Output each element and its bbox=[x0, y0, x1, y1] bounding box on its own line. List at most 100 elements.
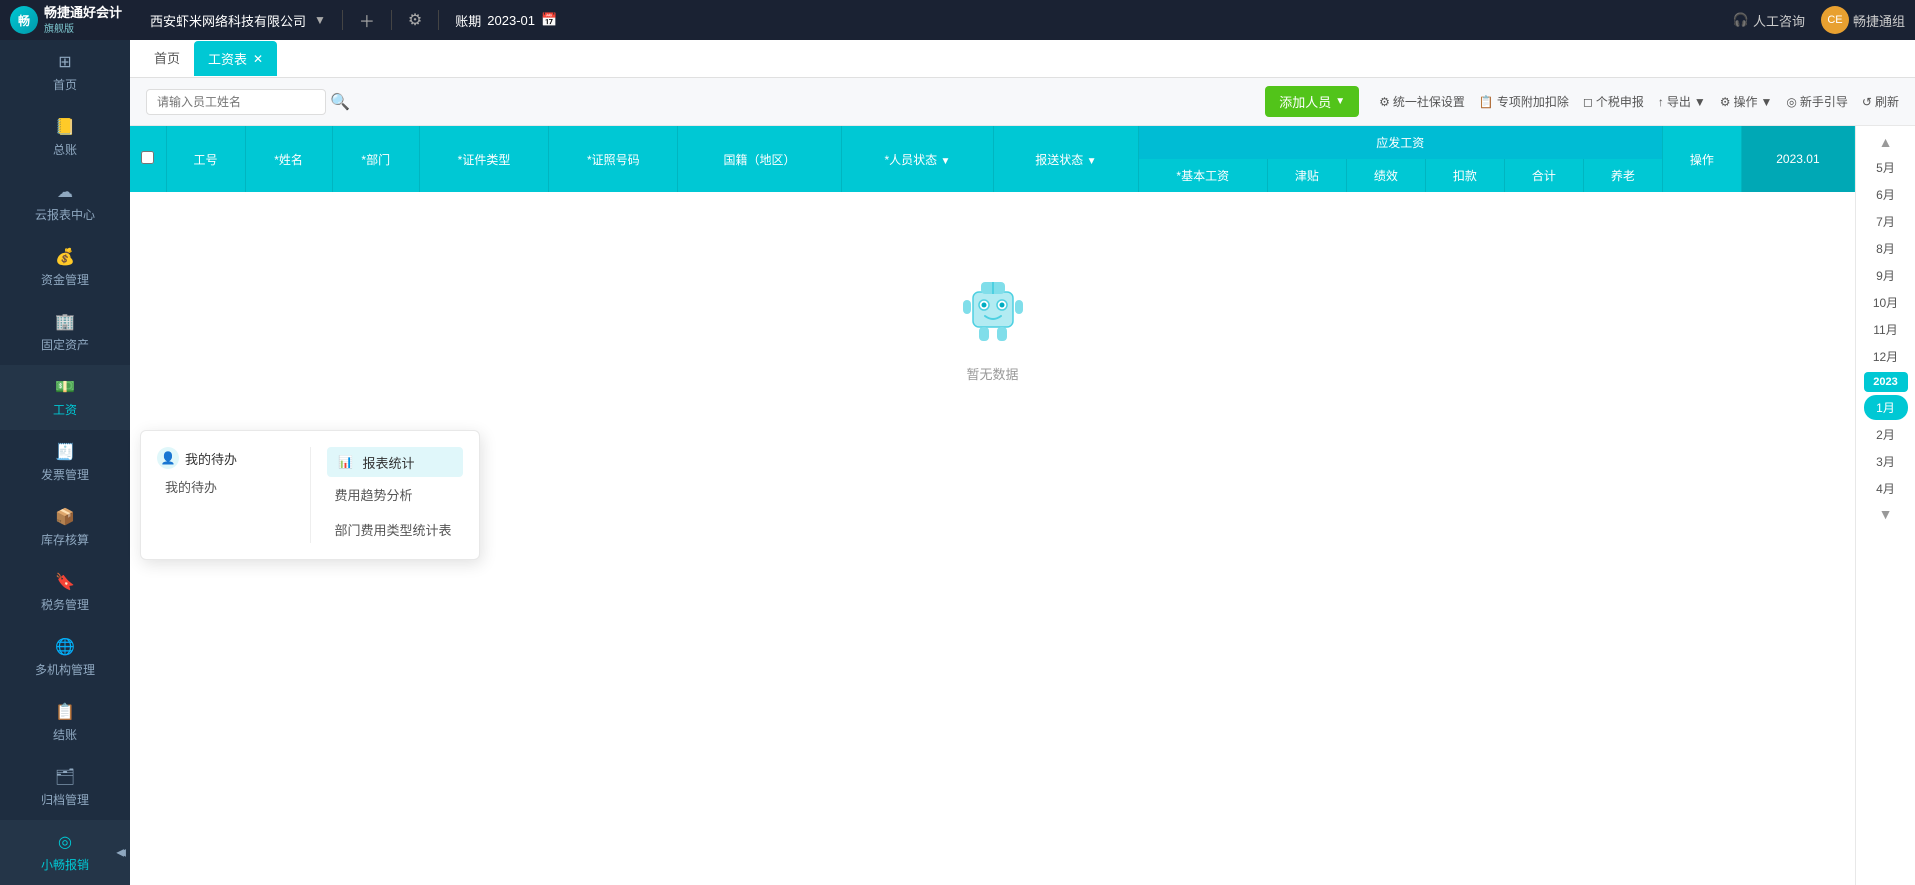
calendar-panel: ▲ 5月 6月 7月 8月 9月 10月 11月 12月 2023 1月 2月 … bbox=[1855, 126, 1915, 885]
app-name: 畅捷通好会计 bbox=[44, 5, 122, 21]
sidebar-item-salary[interactable]: 💵 工资 bbox=[0, 365, 130, 430]
header-dept: *部门 bbox=[332, 126, 419, 192]
calendar-month-3-2023[interactable]: 3月 bbox=[1864, 449, 1908, 474]
search-input[interactable] bbox=[146, 89, 326, 115]
add-company-icon[interactable]: ＋ bbox=[359, 8, 375, 32]
sidebar-item-archive[interactable]: 🗂 归档管理 bbox=[0, 755, 130, 820]
popup-report-section: 费用趋势分析 部门费用类型统计表 bbox=[327, 481, 464, 543]
subheader-allowance: 津贴 bbox=[1267, 159, 1346, 192]
calendar-month-1-2023[interactable]: 1月 bbox=[1864, 395, 1908, 420]
tab-close-salary[interactable]: ✕ bbox=[253, 52, 263, 66]
sidebar-item-multi-org[interactable]: 🌐 多机构管理 bbox=[0, 625, 130, 690]
add-dropdown-arrow-icon: ▼ bbox=[1335, 96, 1345, 107]
calendar-month-11-2022[interactable]: 11月 bbox=[1864, 317, 1908, 342]
subheader-base-salary: *基本工资 bbox=[1138, 159, 1267, 192]
calendar-month-9-2022[interactable]: 9月 bbox=[1864, 263, 1908, 288]
header-divider-2 bbox=[391, 10, 392, 30]
tab-salary[interactable]: 工资表 ✕ bbox=[194, 41, 277, 76]
report-filter-icon[interactable]: ▼ bbox=[1087, 156, 1097, 167]
status-filter-icon[interactable]: ▼ bbox=[941, 156, 951, 167]
guide-btn[interactable]: ◎ 新手引导 bbox=[1786, 93, 1848, 110]
calendar-month-8-2022[interactable]: 8月 bbox=[1864, 236, 1908, 261]
refresh-btn[interactable]: ↺ 刷新 bbox=[1862, 93, 1899, 110]
popup-item-dept-stats[interactable]: 部门费用类型统计表 bbox=[327, 516, 464, 543]
empty-state: 暂无数据 bbox=[130, 192, 1855, 463]
sidebar-item-invoice[interactable]: 🧾 发票管理 bbox=[0, 430, 130, 495]
tax-deduct-btn[interactable]: 📋 专项附加扣除 bbox=[1479, 93, 1569, 110]
period-value[interactable]: 2023-01 bbox=[487, 13, 535, 28]
sidebar-label-tax: 税务管理 bbox=[41, 596, 89, 613]
logo-text-area: 畅捷通好会计 旗舰版 bbox=[44, 5, 122, 36]
user-avatar: CE bbox=[1821, 6, 1849, 34]
invoice-icon: 🧾 bbox=[55, 442, 75, 462]
popup-item-mytodo[interactable]: 我的待办 bbox=[157, 473, 294, 500]
settings-icon[interactable]: ⚙ bbox=[408, 10, 422, 30]
personal-tax-icon: ◻ bbox=[1583, 95, 1593, 109]
social-ins-icon: ⚙ bbox=[1379, 95, 1390, 109]
salary-icon: 💵 bbox=[55, 377, 75, 397]
header-right: 🎧 人工咨询 CE 畅捷通组 bbox=[1733, 6, 1905, 34]
header-idno: *证照号码 bbox=[549, 126, 678, 192]
close-books-icon: 📋 bbox=[55, 702, 75, 722]
user-name: 畅捷通组 bbox=[1853, 11, 1905, 30]
calendar-month-6-2022[interactable]: 6月 bbox=[1864, 182, 1908, 207]
sidebar-label-assets: 固定资产 bbox=[41, 336, 89, 353]
sidebar-label-multi-org: 多机构管理 bbox=[35, 661, 95, 678]
header-nationality: 国籍（地区） bbox=[678, 126, 841, 192]
sidebar-item-inventory[interactable]: 📦 库存核算 bbox=[0, 495, 130, 560]
tax-icon: 🔖 bbox=[55, 572, 75, 592]
select-all-checkbox[interactable] bbox=[141, 151, 154, 164]
customer-service[interactable]: 🎧 人工咨询 bbox=[1733, 11, 1805, 30]
subheader-bonus: 绩效 bbox=[1346, 159, 1425, 192]
operations-arrow-icon: ▼ bbox=[1761, 95, 1773, 109]
tab-bar: 首页 工资表 ✕ bbox=[130, 40, 1915, 78]
operations-btn[interactable]: ⚙ 操作 ▼ bbox=[1720, 93, 1773, 110]
calendar-month-2-2023[interactable]: 2月 bbox=[1864, 422, 1908, 447]
calendar-month-12-2022[interactable]: 12月 bbox=[1864, 344, 1908, 369]
subheader-deduction: 扣款 bbox=[1425, 159, 1504, 192]
company-dropdown-icon[interactable]: ▼ bbox=[314, 13, 326, 27]
cloud-icon: ☁ bbox=[57, 182, 73, 202]
add-employee-button[interactable]: 添加人员 ▼ bbox=[1265, 86, 1359, 117]
table-header-row: 工号 *姓名 *部门 *证件类型 *证照号码 国籍（地区） *人员状态 ▼ bbox=[130, 126, 1855, 159]
export-btn[interactable]: ↑ 导出 ▼ bbox=[1658, 93, 1706, 110]
calendar-nav-down[interactable]: ▼ bbox=[1875, 502, 1897, 526]
sidebar-label-xiaochang: 小畅报销 bbox=[41, 856, 89, 873]
search-icon[interactable]: 🔍 bbox=[330, 92, 350, 112]
calendar-month-4-2023[interactable]: 4月 bbox=[1864, 476, 1908, 501]
calendar-icon[interactable]: 📅 bbox=[541, 12, 557, 28]
empty-text: 暂无数据 bbox=[966, 364, 1018, 383]
calendar-month-5-2022[interactable]: 5月 bbox=[1864, 155, 1908, 180]
personal-tax-btn[interactable]: ◻ 个税申报 bbox=[1583, 93, 1644, 110]
sidebar-item-home[interactable]: ⊞ 首页 bbox=[0, 40, 130, 105]
subheader-total: 合计 bbox=[1504, 159, 1583, 192]
company-name[interactable]: 西安虾米网络科技有限公司 bbox=[150, 11, 306, 30]
sidebar-item-fund[interactable]: 💰 资金管理 bbox=[0, 235, 130, 300]
popup-col-todo: 👤 我的待办 我的待办 bbox=[157, 447, 294, 543]
sidebar-item-tax[interactable]: 🔖 税务管理 bbox=[0, 560, 130, 625]
social-insurance-btn[interactable]: ⚙ 统一社保设置 bbox=[1379, 93, 1465, 110]
sidebar-item-cloud-report[interactable]: ☁ 云报表中心 bbox=[0, 170, 130, 235]
tab-home[interactable]: 首页 bbox=[140, 40, 194, 77]
logo-icon: 畅 bbox=[10, 6, 38, 34]
sidebar-label-fund: 资金管理 bbox=[41, 271, 89, 288]
calendar-nav-up[interactable]: ▲ bbox=[1875, 130, 1897, 154]
toolbar: 🔍 添加人员 ▼ ⚙ 统一社保设置 📋 专项附加扣除 ◻ 个税申报 bbox=[130, 78, 1915, 126]
header-salary-group: 应发工资 bbox=[1138, 126, 1662, 159]
sidebar-item-xiaochang[interactable]: ◎ 小畅报销 ◀ bbox=[0, 820, 130, 885]
popup-todo-icon: 👤 bbox=[157, 447, 179, 469]
calendar-month-7-2022[interactable]: 7月 bbox=[1864, 209, 1908, 234]
export-icon: ↑ bbox=[1658, 95, 1664, 109]
top-header: 畅 畅捷通好会计 旗舰版 西安虾米网络科技有限公司 ▼ ＋ ⚙ 账期 2023-… bbox=[0, 0, 1915, 40]
sidebar-item-ledger[interactable]: 📒 总账 bbox=[0, 105, 130, 170]
sidebar-item-close[interactable]: 📋 结账 bbox=[0, 690, 130, 755]
popup-item-trend[interactable]: 费用趋势分析 bbox=[327, 481, 464, 508]
user-info[interactable]: CE 畅捷通组 bbox=[1821, 6, 1905, 34]
header-empno: 工号 bbox=[166, 126, 245, 192]
export-arrow-icon: ▼ bbox=[1694, 95, 1706, 109]
xiaochang-icon: ◎ bbox=[58, 832, 72, 852]
sidebar-item-fixed-assets[interactable]: 🏢 固定资产 bbox=[0, 300, 130, 365]
calendar-month-10-2022[interactable]: 10月 bbox=[1864, 290, 1908, 315]
sidebar-label-invoice: 发票管理 bbox=[41, 466, 89, 483]
popup-divider bbox=[310, 447, 311, 543]
